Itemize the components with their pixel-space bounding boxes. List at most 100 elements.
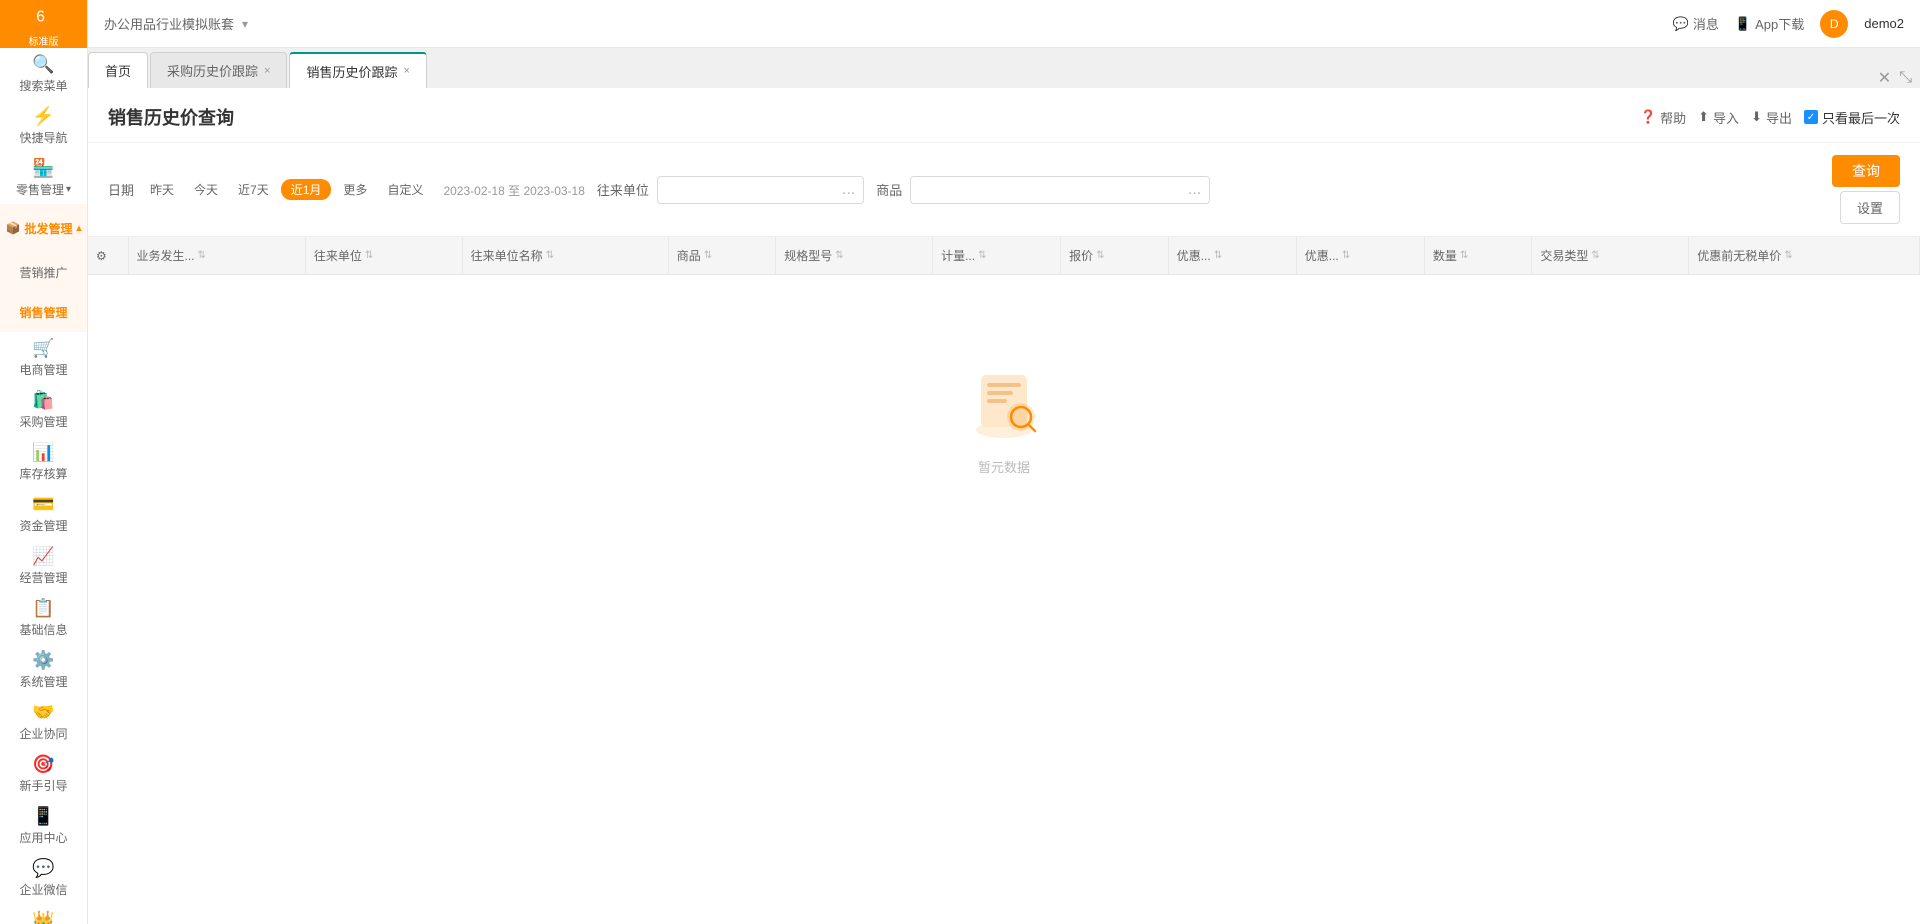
wholesale-arrow-icon: ▴ bbox=[76, 223, 81, 234]
retail-icon: 🏪 bbox=[32, 158, 54, 179]
sidebar-item-finance[interactable]: 💳 资金管理 bbox=[0, 488, 87, 540]
sort-pre-tax-price-icon: ⇅ bbox=[1784, 250, 1792, 261]
th-unit[interactable]: 计量... ⇅ bbox=[933, 237, 1061, 275]
sidebar-item-retail[interactable]: 🏪 零售管理 ▾ bbox=[0, 152, 87, 204]
tab-purchase-close-icon[interactable]: × bbox=[264, 65, 270, 77]
th-spec[interactable]: 规格型号 ⇅ bbox=[776, 237, 933, 275]
sidebar-item-quick-nav[interactable]: ⚡ 快捷导航 bbox=[0, 100, 87, 152]
sidebar-sub-marketing[interactable]: 营销推广 bbox=[0, 252, 87, 292]
sidebar-item-enterprise[interactable]: 🤝 企业协同 bbox=[0, 696, 87, 748]
table-header-row: ⚙ 业务发生... ⇅ 往来单位 ⇅ bbox=[88, 237, 1920, 275]
th-discount2[interactable]: 优惠... ⇅ bbox=[1296, 237, 1424, 275]
sidebar-item-wholesale[interactable]: 📦 批发管理 ▴ bbox=[0, 204, 87, 252]
sort-goods-icon: ⇅ bbox=[704, 250, 712, 261]
tab-home[interactable]: 首页 bbox=[88, 52, 148, 88]
top-header: 办公用品行业模拟账套 ▾ 💬 消息 📱 App下载 D demo2 bbox=[88, 0, 1920, 48]
sidebar-sub-sales[interactable]: 销售管理 bbox=[0, 292, 87, 332]
sort-discount1-icon: ⇅ bbox=[1214, 250, 1222, 261]
header-dropdown-icon[interactable]: ▾ bbox=[242, 17, 248, 31]
app-logo[interactable]: 6 标准版 bbox=[0, 0, 87, 48]
sidebar-item-system[interactable]: ⚙️ 系统管理 bbox=[0, 644, 87, 696]
date-filter-group: 日期 昨天 今天 近7天 近1月 更多 自定义 bbox=[108, 179, 431, 200]
sort-partner-name-icon: ⇅ bbox=[546, 250, 554, 261]
date-btn-1month[interactable]: 近1月 bbox=[281, 179, 332, 200]
sidebar-item-system-label: 系统管理 bbox=[19, 673, 67, 690]
tab-sales-close-icon[interactable]: × bbox=[403, 65, 409, 77]
settings-button[interactable]: 设置 bbox=[1840, 191, 1900, 224]
partner-input-dots[interactable]: ... bbox=[842, 181, 855, 199]
only-last-checkbox[interactable] bbox=[1804, 110, 1818, 124]
app-download-btn[interactable]: 📱 App下载 bbox=[1735, 14, 1804, 33]
header-title: 办公用品行业模拟账套 bbox=[104, 14, 234, 33]
sidebar-item-search-label: 搜索菜单 bbox=[19, 77, 67, 94]
th-settings[interactable]: ⚙ bbox=[88, 237, 128, 275]
sort-quantity-icon: ⇅ bbox=[1460, 250, 1468, 261]
th-biz-date[interactable]: 业务发生... ⇅ bbox=[128, 237, 305, 275]
sort-trade-type-icon: ⇅ bbox=[1591, 250, 1599, 261]
tab-purchase-label: 采购历史价跟踪 bbox=[167, 61, 258, 80]
content-area: 销售历史价查询 ❓ 帮助 ⬆ 导入 ⬇ 导出 只看最后一次 bbox=[88, 88, 1920, 924]
partner-input-wrap[interactable]: ... bbox=[657, 176, 864, 204]
table-container: ⚙ 业务发生... ⇅ 往来单位 ⇅ bbox=[88, 237, 1920, 924]
sidebar-item-member[interactable]: 👑 畅会员 bbox=[0, 904, 87, 924]
member-icon: 👑 bbox=[32, 910, 54, 924]
sidebar-item-ecommerce-label: 电商管理 bbox=[19, 361, 67, 378]
th-pre-tax-price[interactable]: 优惠前无税单价 ⇅ bbox=[1689, 237, 1920, 275]
date-btn-7days[interactable]: 近7天 bbox=[230, 179, 277, 200]
sidebar-item-ecommerce[interactable]: 🛒 电商管理 bbox=[0, 332, 87, 384]
sidebar-item-apps[interactable]: 📱 应用中心 bbox=[0, 800, 87, 852]
sidebar-item-wechat[interactable]: 💬 企业微信 bbox=[0, 852, 87, 904]
app-download-icon: 📱 bbox=[1735, 16, 1751, 32]
goods-input-wrap[interactable]: ... bbox=[910, 176, 1210, 204]
th-price-label: 报价 bbox=[1069, 247, 1093, 264]
date-btn-more[interactable]: 更多 bbox=[335, 179, 375, 200]
export-btn[interactable]: ⬇ 导出 bbox=[1751, 108, 1792, 127]
apps-icon: 📱 bbox=[32, 806, 54, 827]
empty-text: 暂元数据 bbox=[978, 457, 1030, 476]
partner-input[interactable] bbox=[666, 182, 842, 197]
th-discount1[interactable]: 优惠... ⇅ bbox=[1168, 237, 1296, 275]
th-quantity[interactable]: 数量 ⇅ bbox=[1424, 237, 1532, 275]
only-last-wrap[interactable]: 只看最后一次 bbox=[1804, 108, 1900, 127]
goods-input-dots[interactable]: ... bbox=[1188, 181, 1201, 199]
sidebar-item-inventory[interactable]: 📊 库存核算 bbox=[0, 436, 87, 488]
date-btn-today[interactable]: 今天 bbox=[186, 179, 226, 200]
th-trade-type-label: 交易类型 bbox=[1540, 247, 1588, 264]
sidebar-item-guide[interactable]: 🎯 新手引导 bbox=[0, 748, 87, 800]
th-price[interactable]: 报价 ⇅ bbox=[1061, 237, 1169, 275]
sidebar-item-search[interactable]: 🔍 搜索菜单 bbox=[0, 48, 87, 100]
sidebar-item-purchase[interactable]: 🛍️ 采购管理 bbox=[0, 384, 87, 436]
sidebar-item-wholesale-group: 📦 批发管理 ▴ 营销推广 销售管理 bbox=[0, 204, 87, 332]
th-unit-label: 计量... bbox=[941, 247, 975, 264]
tab-sales-history[interactable]: 销售历史价跟踪 × bbox=[289, 52, 426, 88]
date-btn-custom[interactable]: 自定义 bbox=[379, 179, 431, 200]
sidebar-item-basic[interactable]: 📋 基础信息 bbox=[0, 592, 87, 644]
help-btn[interactable]: ❓ 帮助 bbox=[1640, 108, 1686, 127]
tab-purchase-history[interactable]: 采购历史价跟踪 × bbox=[150, 52, 287, 88]
sidebar-item-quick-nav-label: 快捷导航 bbox=[19, 129, 67, 146]
th-partner-name[interactable]: 往来单位名称 ⇅ bbox=[462, 237, 668, 275]
message-btn[interactable]: 💬 消息 bbox=[1673, 14, 1719, 33]
enterprise-icon: 🤝 bbox=[32, 702, 54, 723]
sidebar: 6 标准版 🔍 搜索菜单 ⚡ 快捷导航 🏪 零售管理 ▾ 📦 批发管理 bbox=[0, 0, 88, 924]
goods-input[interactable] bbox=[919, 182, 1188, 197]
search-icon: 🔍 bbox=[32, 54, 54, 75]
settings-gear-icon[interactable]: ⚙ bbox=[96, 249, 107, 263]
query-button[interactable]: 查询 bbox=[1832, 155, 1900, 187]
tab-close-all-btn[interactable]: ✕ bbox=[1878, 68, 1891, 88]
date-btn-yesterday[interactable]: 昨天 bbox=[142, 179, 182, 200]
th-pre-tax-price-label: 优惠前无税单价 bbox=[1697, 247, 1781, 264]
sidebar-item-purchase-label: 采购管理 bbox=[19, 413, 67, 430]
user-avatar[interactable]: D bbox=[1820, 10, 1848, 38]
th-goods[interactable]: 商品 ⇅ bbox=[668, 237, 776, 275]
tabs-actions: ✕ ⤡ bbox=[1878, 68, 1920, 88]
username-label[interactable]: demo2 bbox=[1864, 16, 1904, 31]
th-partner-code[interactable]: 往来单位 ⇅ bbox=[305, 237, 462, 275]
th-trade-type[interactable]: 交易类型 ⇅ bbox=[1532, 237, 1689, 275]
date-filter-label: 日期 bbox=[108, 180, 134, 199]
sidebar-item-guide-label: 新手引导 bbox=[19, 777, 67, 794]
tab-maximize-btn[interactable]: ⤡ bbox=[1899, 69, 1912, 87]
sort-discount2-icon: ⇅ bbox=[1342, 250, 1350, 261]
import-btn[interactable]: ⬆ 导入 bbox=[1698, 108, 1739, 127]
sidebar-item-operation[interactable]: 📈 经营管理 bbox=[0, 540, 87, 592]
